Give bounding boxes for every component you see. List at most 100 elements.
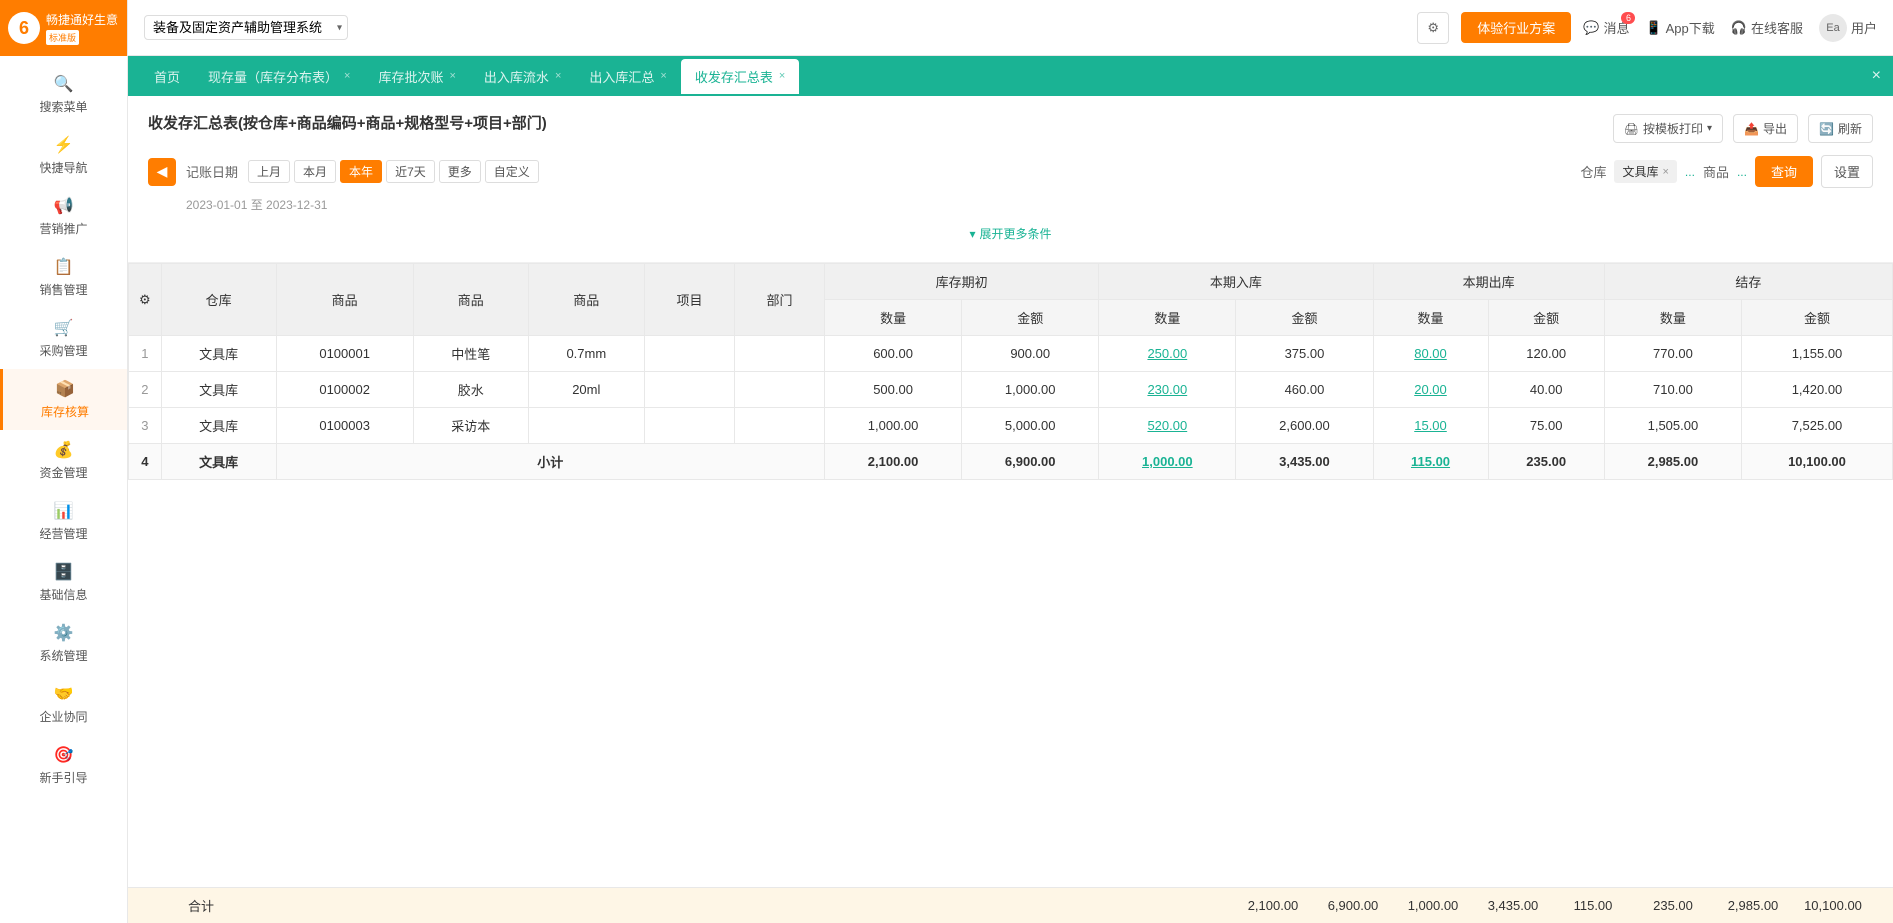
sub-out-qty[interactable]: 115.00: [1373, 444, 1488, 480]
th-goods-code: 商品: [276, 264, 413, 336]
settings-gear-btn[interactable]: ⚙: [1417, 12, 1449, 44]
sub-in-amt: 3,435.00: [1236, 444, 1373, 480]
row-warehouse: 文具库: [161, 372, 276, 408]
row-open-qty: 500.00: [825, 372, 962, 408]
expand-more-btn[interactable]: ▾ 展开更多条件: [969, 225, 1051, 242]
th-warehouse: 仓库: [161, 264, 276, 336]
out-qty-link[interactable]: 20.00: [1414, 382, 1447, 397]
goods-filter-label: 商品: [1703, 162, 1729, 181]
th-in-qty: 数量: [1099, 300, 1236, 336]
refresh-btn[interactable]: 🔄 刷新: [1808, 114, 1873, 143]
sidebar-item-purchase[interactable]: 🛒 采购管理: [0, 308, 127, 369]
tab-in-out-summary[interactable]: 出入库汇总 ×: [575, 59, 680, 94]
system-select-wrap: 装备及固定资产辅助管理系统: [144, 15, 348, 40]
settings-btn[interactable]: 设置: [1821, 155, 1873, 188]
row-close-qty: 770.00: [1604, 336, 1741, 372]
query-btn[interactable]: 查询: [1755, 156, 1813, 187]
warehouse-more-btn[interactable]: ...: [1685, 165, 1695, 179]
sidebar-item-enterprise[interactable]: 🤝 企业协同: [0, 674, 127, 735]
in-qty-link[interactable]: 230.00: [1147, 382, 1187, 397]
user-menu-btn[interactable]: Ea 用户: [1819, 14, 1877, 42]
total-bar: 合计 2,100.00 6,900.00 1,000.00 3,435.00 1…: [128, 887, 1893, 923]
sub-out-qty-link[interactable]: 115.00: [1411, 454, 1450, 469]
row-num: 2: [129, 372, 162, 408]
row-out-qty[interactable]: 15.00: [1373, 408, 1488, 444]
chevron-down-icon: ▾: [1707, 123, 1712, 134]
in-qty-link[interactable]: 520.00: [1147, 418, 1187, 433]
close-all-tabs-btn[interactable]: ×: [1872, 67, 1881, 85]
total-open-qty: 2,100.00: [1233, 898, 1313, 913]
sidebar-item-search[interactable]: 🔍 搜索菜单: [0, 64, 127, 125]
th-close-qty: 数量: [1604, 300, 1741, 336]
date-btn-custom[interactable]: 自定义: [485, 160, 539, 183]
date-btn-last-month[interactable]: 上月: [248, 160, 290, 183]
row-goods-spec: 20ml: [528, 372, 644, 408]
row-out-amt: 75.00: [1488, 408, 1604, 444]
sidebar-item-marketing[interactable]: 📢 营销推广: [0, 186, 127, 247]
date-btn-this-month[interactable]: 本月: [294, 160, 336, 183]
tab-batch-account[interactable]: 库存批次账 ×: [364, 59, 469, 94]
tab-in-out-flow[interactable]: 出入库流水 ×: [470, 59, 575, 94]
sidebar-item-quick-nav[interactable]: ⚡ 快捷导航: [0, 125, 127, 186]
row-goods-name: 中性笔: [413, 336, 528, 372]
sidebar-item-sales[interactable]: 📋 销售管理: [0, 247, 127, 308]
date-btn-more[interactable]: 更多: [439, 160, 481, 183]
tab-batch-account-close[interactable]: ×: [449, 70, 455, 82]
total-close-amt: 10,100.00: [1793, 898, 1873, 913]
out-qty-link[interactable]: 80.00: [1414, 346, 1447, 361]
date-quick-select: 上月 本月 本年 近7天 更多 自定义: [248, 160, 539, 183]
tab-in-out-flow-label: 出入库流水: [484, 67, 549, 86]
print-template-btn[interactable]: 🖨 按模板打印 ▾: [1613, 114, 1723, 143]
header-right-actions: 💬 消息 6 📱 App下载 🎧 在线客服 Ea 用户: [1583, 14, 1877, 42]
filter-expand-btn[interactable]: ◀: [148, 158, 176, 186]
tab-in-out-flow-close[interactable]: ×: [555, 70, 561, 82]
row-department: [734, 408, 824, 444]
total-in-amt: 3,435.00: [1473, 898, 1553, 913]
sidebar: 6 畅捷通好生意 标准版 🔍 搜索菜单 ⚡ 快捷导航 📢 营销推广 📋 销售管理…: [0, 0, 128, 923]
tab-recv-send-summary[interactable]: 收发存汇总表 ×: [681, 59, 799, 94]
tab-recv-send-summary-close[interactable]: ×: [779, 70, 785, 82]
row-in-qty[interactable]: 520.00: [1099, 408, 1236, 444]
try-industry-btn[interactable]: 体验行业方案: [1461, 12, 1571, 43]
tab-home[interactable]: 首页: [140, 59, 194, 94]
sidebar-item-finance[interactable]: 💰 资金管理: [0, 430, 127, 491]
row-goods-code: 0100003: [276, 408, 413, 444]
date-btn-7days[interactable]: 近7天: [386, 160, 435, 183]
in-qty-link[interactable]: 250.00: [1147, 346, 1187, 361]
sub-in-qty-link[interactable]: 1,000.00: [1142, 454, 1193, 469]
basic-info-icon: 🗄️: [54, 562, 74, 582]
tab-inventory-dist-close[interactable]: ×: [344, 70, 350, 82]
th-settings[interactable]: ⚙: [129, 264, 162, 336]
th-opening: 库存期初: [825, 264, 1099, 300]
message-btn[interactable]: 💬 消息 6: [1583, 18, 1629, 37]
sidebar-item-basic-info[interactable]: 🗄️ 基础信息: [0, 552, 127, 613]
avatar: Ea: [1819, 14, 1847, 42]
row-in-qty[interactable]: 230.00: [1099, 372, 1236, 408]
sidebar-item-system[interactable]: ⚙️ 系统管理: [0, 613, 127, 674]
sub-close-amt: 10,100.00: [1741, 444, 1892, 480]
tab-in-out-summary-close[interactable]: ×: [660, 70, 666, 82]
date-btn-this-year[interactable]: 本年: [340, 160, 382, 183]
warehouse-tag-close[interactable]: ×: [1662, 166, 1668, 178]
sidebar-item-guide[interactable]: 🎯 新手引导: [0, 735, 127, 796]
row-in-qty[interactable]: 250.00: [1099, 336, 1236, 372]
th-in-amt: 金额: [1236, 300, 1373, 336]
row-out-qty[interactable]: 20.00: [1373, 372, 1488, 408]
out-qty-link[interactable]: 15.00: [1414, 418, 1447, 433]
goods-more-btn[interactable]: ...: [1737, 165, 1747, 179]
system-select[interactable]: 装备及固定资产辅助管理系统: [144, 15, 348, 40]
row-close-qty: 710.00: [1604, 372, 1741, 408]
tab-inventory-dist[interactable]: 现存量（库存分布表） ×: [194, 59, 364, 94]
online-service-btn[interactable]: 🎧 在线客服: [1731, 18, 1803, 37]
export-icon: 📤: [1744, 122, 1759, 136]
total-label: 合计: [148, 896, 668, 915]
total-values: 2,100.00 6,900.00 1,000.00 3,435.00 115.…: [1233, 898, 1873, 913]
th-closing: 结存: [1604, 264, 1892, 300]
app-download-btn[interactable]: 📱 App下载: [1645, 18, 1714, 37]
sub-in-qty[interactable]: 1,000.00: [1099, 444, 1236, 480]
row-out-qty[interactable]: 80.00: [1373, 336, 1488, 372]
export-btn[interactable]: 📤 导出: [1733, 114, 1798, 143]
sidebar-item-inventory[interactable]: 📦 库存核算: [0, 369, 127, 430]
row-in-amt: 2,600.00: [1236, 408, 1373, 444]
sidebar-item-operations[interactable]: 📊 经营管理: [0, 491, 127, 552]
